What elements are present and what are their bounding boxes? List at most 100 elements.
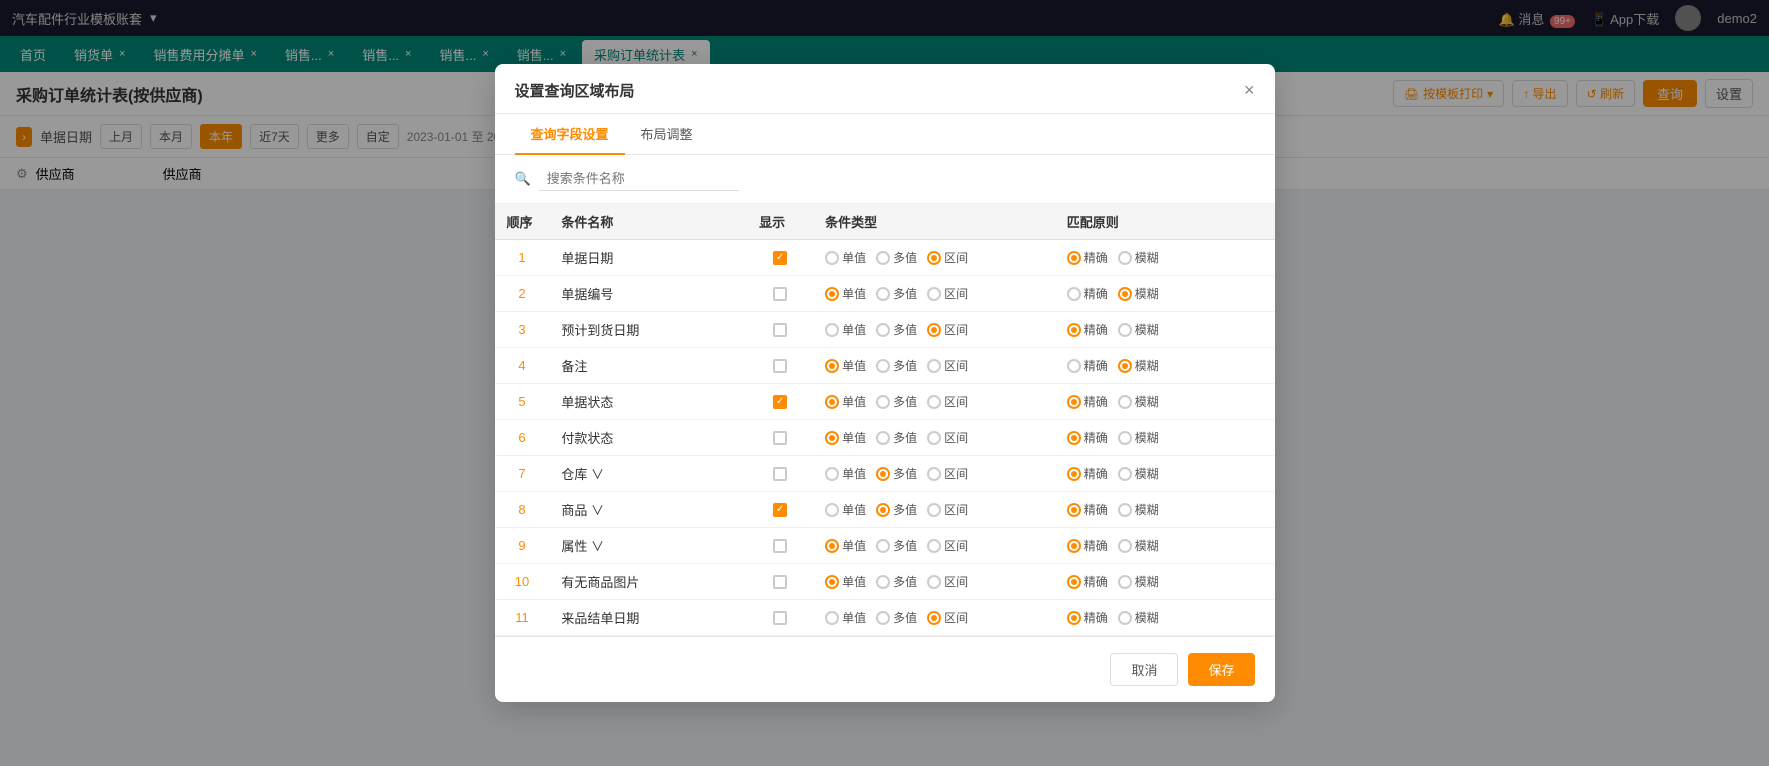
cell-show[interactable] [747,600,813,636]
match-radio-精确[interactable]: 精确 [1067,357,1108,374]
type-radio-多值[interactable]: 多值 [876,573,917,590]
table-row: 4备注单值多值区间精确模糊 [495,348,1275,384]
cell-order: 5 [495,384,550,420]
type-radio-区间[interactable]: 区间 [927,249,968,266]
show-checkbox[interactable] [773,503,787,517]
search-icon: 🔍 [515,171,531,187]
show-checkbox[interactable] [773,323,787,337]
match-radio-模糊[interactable]: 模糊 [1118,429,1159,446]
cell-type: 单值多值区间 [813,600,1055,636]
cell-name: 商品 ∨ [549,492,747,528]
modal-header: 设置查询区域布局 × [495,64,1275,114]
match-radio-精确[interactable]: 精确 [1067,465,1108,482]
show-checkbox[interactable] [773,431,787,445]
match-radio-模糊[interactable]: 模糊 [1118,537,1159,554]
type-radio-区间[interactable]: 区间 [927,285,968,302]
show-checkbox[interactable] [773,395,787,409]
match-radio-模糊[interactable]: 模糊 [1118,465,1159,482]
cell-name: 备注 [549,348,747,384]
show-checkbox[interactable] [773,251,787,265]
type-radio-多值[interactable]: 多值 [876,249,917,266]
cell-show[interactable] [747,492,813,528]
type-radio-多值[interactable]: 多值 [876,465,917,482]
match-radio-模糊[interactable]: 模糊 [1118,285,1159,302]
search-input[interactable] [539,167,739,191]
type-radio-多值[interactable]: 多值 [876,537,917,554]
cell-match: 精确模糊 [1055,348,1275,384]
type-radio-单值[interactable]: 单值 [825,393,866,410]
save-button[interactable]: 保存 [1188,653,1254,686]
type-radio-区间[interactable]: 区间 [927,501,968,518]
type-radio-区间[interactable]: 区间 [927,609,968,626]
table-row: 5单据状态单值多值区间精确模糊 [495,384,1275,420]
cell-type: 单值多值区间 [813,384,1055,420]
match-radio-精确[interactable]: 精确 [1067,501,1108,518]
type-radio-单值[interactable]: 单值 [825,501,866,518]
match-radio-模糊[interactable]: 模糊 [1118,609,1159,626]
modal-table-scroll[interactable]: 顺序 条件名称 显示 条件类型 匹配原则 1单据日期单值多值区间精确模糊2单据编… [495,204,1275,636]
type-radio-多值[interactable]: 多值 [876,609,917,626]
cell-show[interactable] [747,240,813,276]
show-checkbox[interactable] [773,467,787,481]
modal-close-button[interactable]: × [1244,80,1255,101]
cell-show[interactable] [747,456,813,492]
table-row: 1单据日期单值多值区间精确模糊 [495,240,1275,276]
type-radio-单值[interactable]: 单值 [825,357,866,374]
match-radio-精确[interactable]: 精确 [1067,321,1108,338]
th-order: 顺序 [495,204,550,240]
type-radio-单值[interactable]: 单值 [825,249,866,266]
cell-show[interactable] [747,312,813,348]
match-radio-模糊[interactable]: 模糊 [1118,573,1159,590]
type-radio-单值[interactable]: 单值 [825,609,866,626]
cell-type: 单值多值区间 [813,312,1055,348]
cell-match: 精确模糊 [1055,492,1275,528]
cancel-button[interactable]: 取消 [1110,653,1178,686]
type-radio-单值[interactable]: 单值 [825,573,866,590]
match-radio-精确[interactable]: 精确 [1067,429,1108,446]
type-radio-多值[interactable]: 多值 [876,285,917,302]
match-radio-精确[interactable]: 精确 [1067,537,1108,554]
show-checkbox[interactable] [773,575,787,589]
cell-show[interactable] [747,564,813,600]
cell-show[interactable] [747,384,813,420]
match-radio-精确[interactable]: 精确 [1067,573,1108,590]
type-radio-区间[interactable]: 区间 [927,573,968,590]
match-radio-模糊[interactable]: 模糊 [1118,249,1159,266]
match-radio-模糊[interactable]: 模糊 [1118,393,1159,410]
type-radio-区间[interactable]: 区间 [927,465,968,482]
match-radio-精确[interactable]: 精确 [1067,249,1108,266]
show-checkbox[interactable] [773,359,787,373]
match-radio-模糊[interactable]: 模糊 [1118,357,1159,374]
match-radio-精确[interactable]: 精确 [1067,285,1108,302]
match-radio-模糊[interactable]: 模糊 [1118,321,1159,338]
type-radio-区间[interactable]: 区间 [927,537,968,554]
match-radio-精确[interactable]: 精确 [1067,609,1108,626]
type-radio-单值[interactable]: 单值 [825,537,866,554]
cell-show[interactable] [747,528,813,564]
cell-show[interactable] [747,276,813,312]
cell-show[interactable] [747,348,813,384]
modal-tab-layout[interactable]: 布局调整 [625,114,709,155]
type-radio-多值[interactable]: 多值 [876,393,917,410]
match-radio-模糊[interactable]: 模糊 [1118,501,1159,518]
type-radio-多值[interactable]: 多值 [876,321,917,338]
cell-match: 精确模糊 [1055,528,1275,564]
modal-tab-query-fields[interactable]: 查询字段设置 [515,114,625,155]
match-radio-精确[interactable]: 精确 [1067,393,1108,410]
type-radio-单值[interactable]: 单值 [825,321,866,338]
type-radio-区间[interactable]: 区间 [927,321,968,338]
type-radio-区间[interactable]: 区间 [927,357,968,374]
table-row: 6付款状态单值多值区间精确模糊 [495,420,1275,456]
type-radio-多值[interactable]: 多值 [876,501,917,518]
type-radio-多值[interactable]: 多值 [876,357,917,374]
type-radio-区间[interactable]: 区间 [927,393,968,410]
show-checkbox[interactable] [773,287,787,301]
type-radio-单值[interactable]: 单值 [825,429,866,446]
type-radio-单值[interactable]: 单值 [825,285,866,302]
show-checkbox[interactable] [773,539,787,553]
type-radio-单值[interactable]: 单值 [825,465,866,482]
cell-show[interactable] [747,420,813,456]
type-radio-多值[interactable]: 多值 [876,429,917,446]
type-radio-区间[interactable]: 区间 [927,429,968,446]
show-checkbox[interactable] [773,611,787,625]
